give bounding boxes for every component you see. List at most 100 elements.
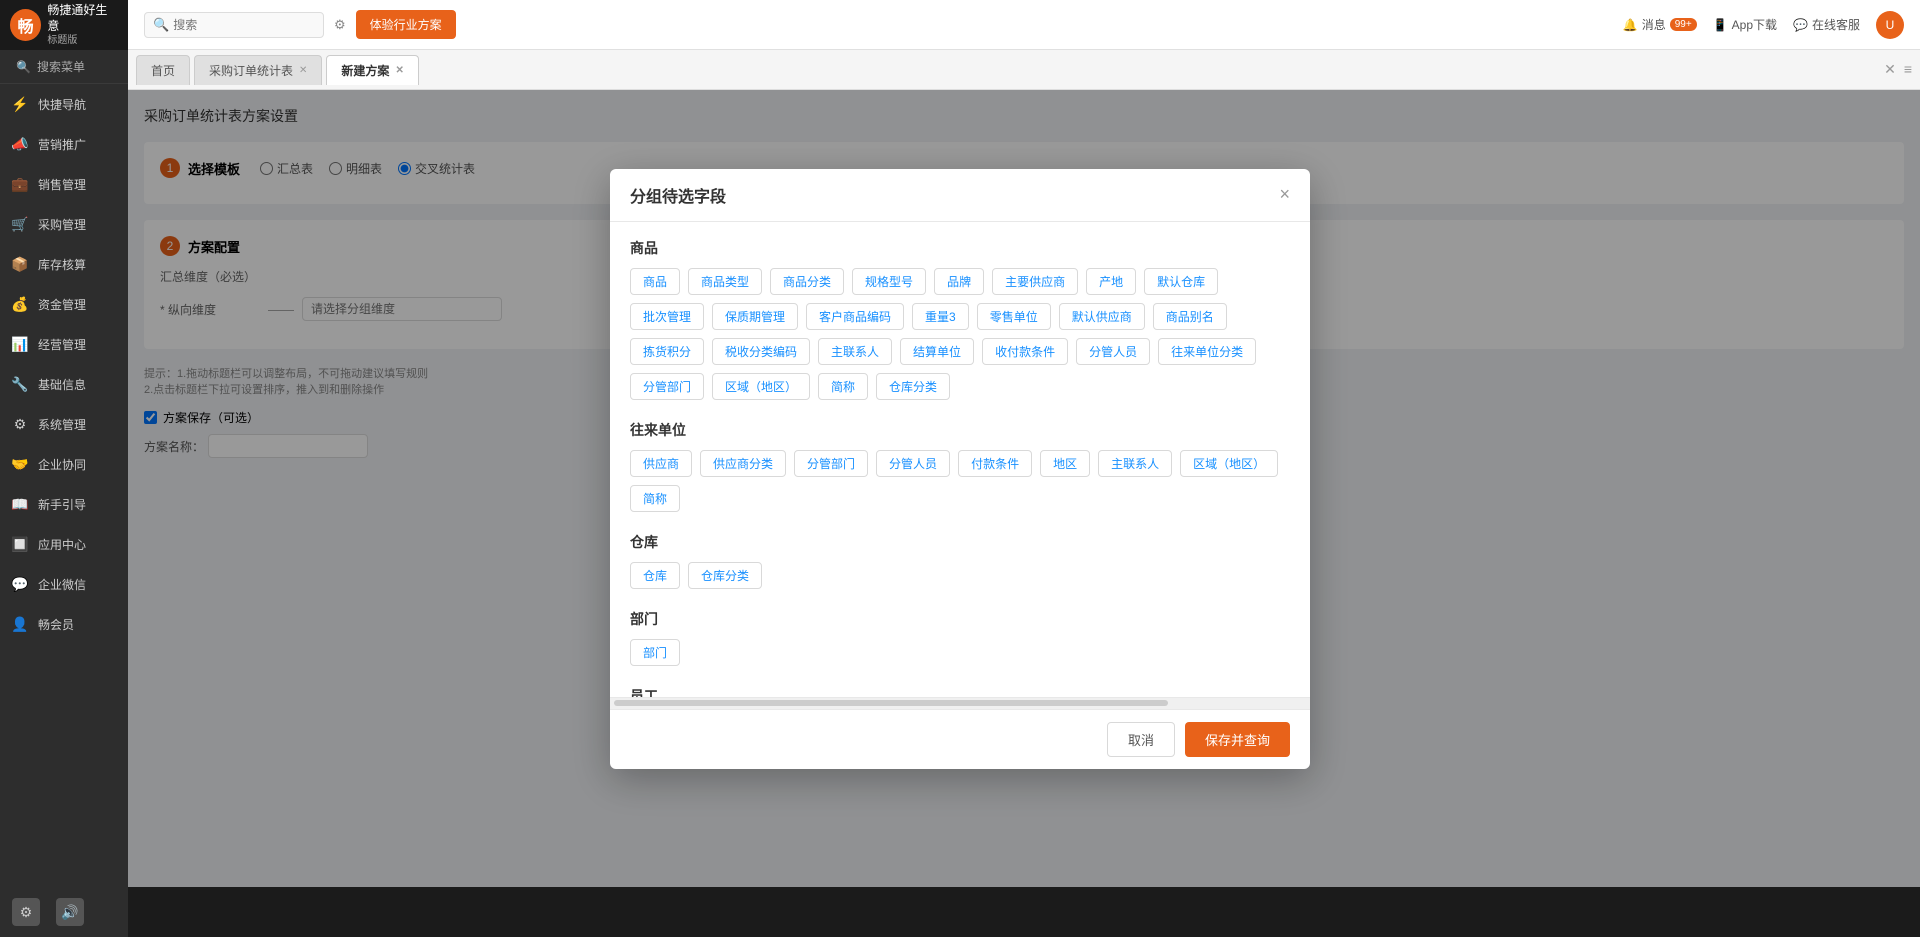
field-tag[interactable]: 批次管理 — [630, 303, 704, 330]
field-tag[interactable]: 商品分类 — [770, 268, 844, 295]
sidebar-item-apps[interactable]: 🔲 应用中心 — [0, 524, 128, 564]
field-tag[interactable]: 仓库分类 — [876, 373, 950, 400]
tab-close-new-plan[interactable]: ✕ — [395, 65, 403, 76]
field-tag[interactable]: 简称 — [630, 485, 680, 512]
tab-close-purchase-order[interactable]: ✕ — [299, 65, 307, 76]
apps-icon: 🔲 — [10, 534, 30, 554]
modal-cancel-button[interactable]: 取消 — [1107, 722, 1175, 757]
field-group-title-department: 部门 — [630, 609, 1290, 629]
field-tag[interactable]: 商品类型 — [688, 268, 762, 295]
trial-button[interactable]: 体验行业方案 — [356, 10, 456, 39]
field-tags-counterparty: 供应商供应商分类分管部门分管人员付款条件地区主联系人区域（地区） 简称 — [630, 450, 1290, 512]
modal-close-button[interactable]: × — [1279, 184, 1290, 205]
field-tag[interactable]: 区域（地区） — [1180, 450, 1278, 477]
field-tag[interactable]: 分管人员 — [1076, 338, 1150, 365]
sidebar-item-marketing[interactable]: 📣 营销推广 — [0, 124, 128, 164]
tab-new-plan[interactable]: 新建方案✕ — [326, 55, 418, 85]
sidebar-item-purchase[interactable]: 🛒 采购管理 — [0, 204, 128, 244]
field-tag[interactable]: 部门 — [630, 639, 680, 666]
online-support-item[interactable]: 💬 在线客服 — [1793, 16, 1860, 33]
sidebar-item-system[interactable]: ⚙ 系统管理 — [0, 404, 128, 444]
tab-bar-expand[interactable]: ≡ — [1904, 61, 1912, 78]
field-tag[interactable]: 品牌 — [934, 268, 984, 295]
purchase-icon: 🛒 — [10, 214, 30, 234]
field-tag[interactable]: 分管人员 — [876, 450, 950, 477]
modal-title: 分组待选字段 — [630, 183, 726, 207]
sidebar-logo: 畅 畅捷通好生意 标题版 — [0, 0, 128, 50]
field-tag[interactable]: 主联系人 — [818, 338, 892, 365]
field-tag[interactable]: 规格型号 — [852, 268, 926, 295]
sales-label: 销售管理 — [38, 176, 118, 193]
field-tag[interactable]: 供应商 — [630, 450, 692, 477]
settings-icon[interactable]: ⚙ — [334, 17, 346, 33]
field-tag[interactable]: 简称 — [818, 373, 868, 400]
field-tag[interactable]: 仓库 — [630, 562, 680, 589]
sidebar-item-cooperation[interactable]: 🤝 企业协同 — [0, 444, 128, 484]
purchase-label: 采购管理 — [38, 216, 118, 233]
sidebar-item-guide[interactable]: 📖 新手引导 — [0, 484, 128, 524]
field-tags-product: 商品商品类型商品分类规格型号品牌主要供应商产地默认仓库批次管理保质期管理客户商品… — [630, 268, 1290, 400]
field-tag[interactable]: 供应商分类 — [700, 450, 786, 477]
basics-icon: 🔧 — [10, 374, 30, 394]
modal-confirm-button[interactable]: 保存并查询 — [1185, 722, 1290, 757]
settings-bottom-icon[interactable]: ⚙ — [12, 898, 40, 926]
field-tag[interactable]: 主要供应商 — [992, 268, 1078, 295]
sidebar-item-basics[interactable]: 🔧 基础信息 — [0, 364, 128, 404]
field-tag[interactable]: 收付款条件 — [982, 338, 1068, 365]
field-group-title-employee: 员工 — [630, 686, 1290, 697]
field-group-product: 商品商品商品类型商品分类规格型号品牌主要供应商产地默认仓库批次管理保质期管理客户… — [630, 238, 1290, 400]
field-tag[interactable]: 零售单位 — [977, 303, 1051, 330]
notification-icon: 🔔 — [1623, 18, 1638, 32]
quick-nav-icon: ⚡ — [10, 94, 30, 114]
search-input[interactable] — [173, 18, 293, 32]
field-tag[interactable]: 拣货积分 — [630, 338, 704, 365]
tab-home[interactable]: 首页 — [136, 55, 190, 85]
cooperation-label: 企业协同 — [38, 456, 118, 473]
field-tag[interactable]: 往来单位分类 — [1158, 338, 1256, 365]
sidebar-item-operations[interactable]: 📊 经营管理 — [0, 324, 128, 364]
field-tag[interactable]: 结算单位 — [900, 338, 974, 365]
field-group-employee: 员工业务员 — [630, 686, 1290, 697]
field-tag[interactable]: 重量3 — [912, 303, 969, 330]
tab-purchase-order[interactable]: 采购订单统计表✕ — [194, 55, 322, 85]
sidebar-item-sales[interactable]: 💼 销售管理 — [0, 164, 128, 204]
field-tag[interactable]: 默认仓库 — [1144, 268, 1218, 295]
sidebar-search[interactable]: 🔍 搜索菜单 — [0, 50, 128, 84]
sidebar-item-member[interactable]: 👤 畅会员 — [0, 604, 128, 644]
operations-icon: 📊 — [10, 334, 30, 354]
field-tag[interactable]: 保质期管理 — [712, 303, 798, 330]
field-group-counterparty: 往来单位供应商供应商分类分管部门分管人员付款条件地区主联系人区域（地区）简称 — [630, 420, 1290, 512]
sidebar: 畅 畅捷通好生意 标题版 🔍 搜索菜单 ⚡ 快捷导航 📣 营销推广 💼 销售管理… — [0, 0, 128, 937]
field-tag[interactable]: 客户商品编码 — [806, 303, 904, 330]
cooperation-icon: 🤝 — [10, 454, 30, 474]
field-tag[interactable]: 商品别名 — [1153, 303, 1227, 330]
field-tag[interactable]: 默认供应商 — [1059, 303, 1145, 330]
inventory-icon: 📦 — [10, 254, 30, 274]
user-avatar[interactable]: U — [1876, 11, 1904, 39]
notification-item[interactable]: 🔔 消息 99+ — [1623, 16, 1697, 33]
field-tag[interactable]: 主联系人 — [1098, 450, 1172, 477]
modal-footer: 取消 保存并查询 — [610, 709, 1310, 769]
field-tag[interactable]: 分管部门 — [794, 450, 868, 477]
field-tag[interactable]: 产地 — [1086, 268, 1136, 295]
audio-bottom-icon[interactable]: 🔊 — [56, 898, 84, 926]
tab-bar-close[interactable]: ✕ — [1884, 61, 1896, 78]
field-tag[interactable]: 地区 — [1040, 450, 1090, 477]
field-tag[interactable]: 分管部门 — [630, 373, 704, 400]
download-icon: 📱 — [1713, 18, 1728, 32]
finance-icon: 💰 — [10, 294, 30, 314]
field-tag[interactable]: 付款条件 — [958, 450, 1032, 477]
sidebar-item-finance[interactable]: 💰 资金管理 — [0, 284, 128, 324]
sidebar-item-wechat[interactable]: 💬 企业微信 — [0, 564, 128, 604]
app-download-item[interactable]: 📱 App下载 — [1713, 16, 1777, 33]
field-tag[interactable]: 商品 — [630, 268, 680, 295]
sidebar-item-inventory[interactable]: 📦 库存核算 — [0, 244, 128, 284]
field-tag[interactable]: 区域（地区） — [712, 373, 810, 400]
wechat-label: 企业微信 — [38, 576, 118, 593]
header-search-box[interactable]: 🔍 — [144, 12, 324, 38]
field-tag[interactable]: 仓库分类 — [688, 562, 762, 589]
sidebar-item-quick-nav[interactable]: ⚡ 快捷导航 — [0, 84, 128, 124]
modal-horizontal-scrollbar[interactable] — [610, 697, 1310, 709]
field-tag[interactable]: 税收分类编码 — [712, 338, 810, 365]
guide-label: 新手引导 — [38, 496, 118, 513]
